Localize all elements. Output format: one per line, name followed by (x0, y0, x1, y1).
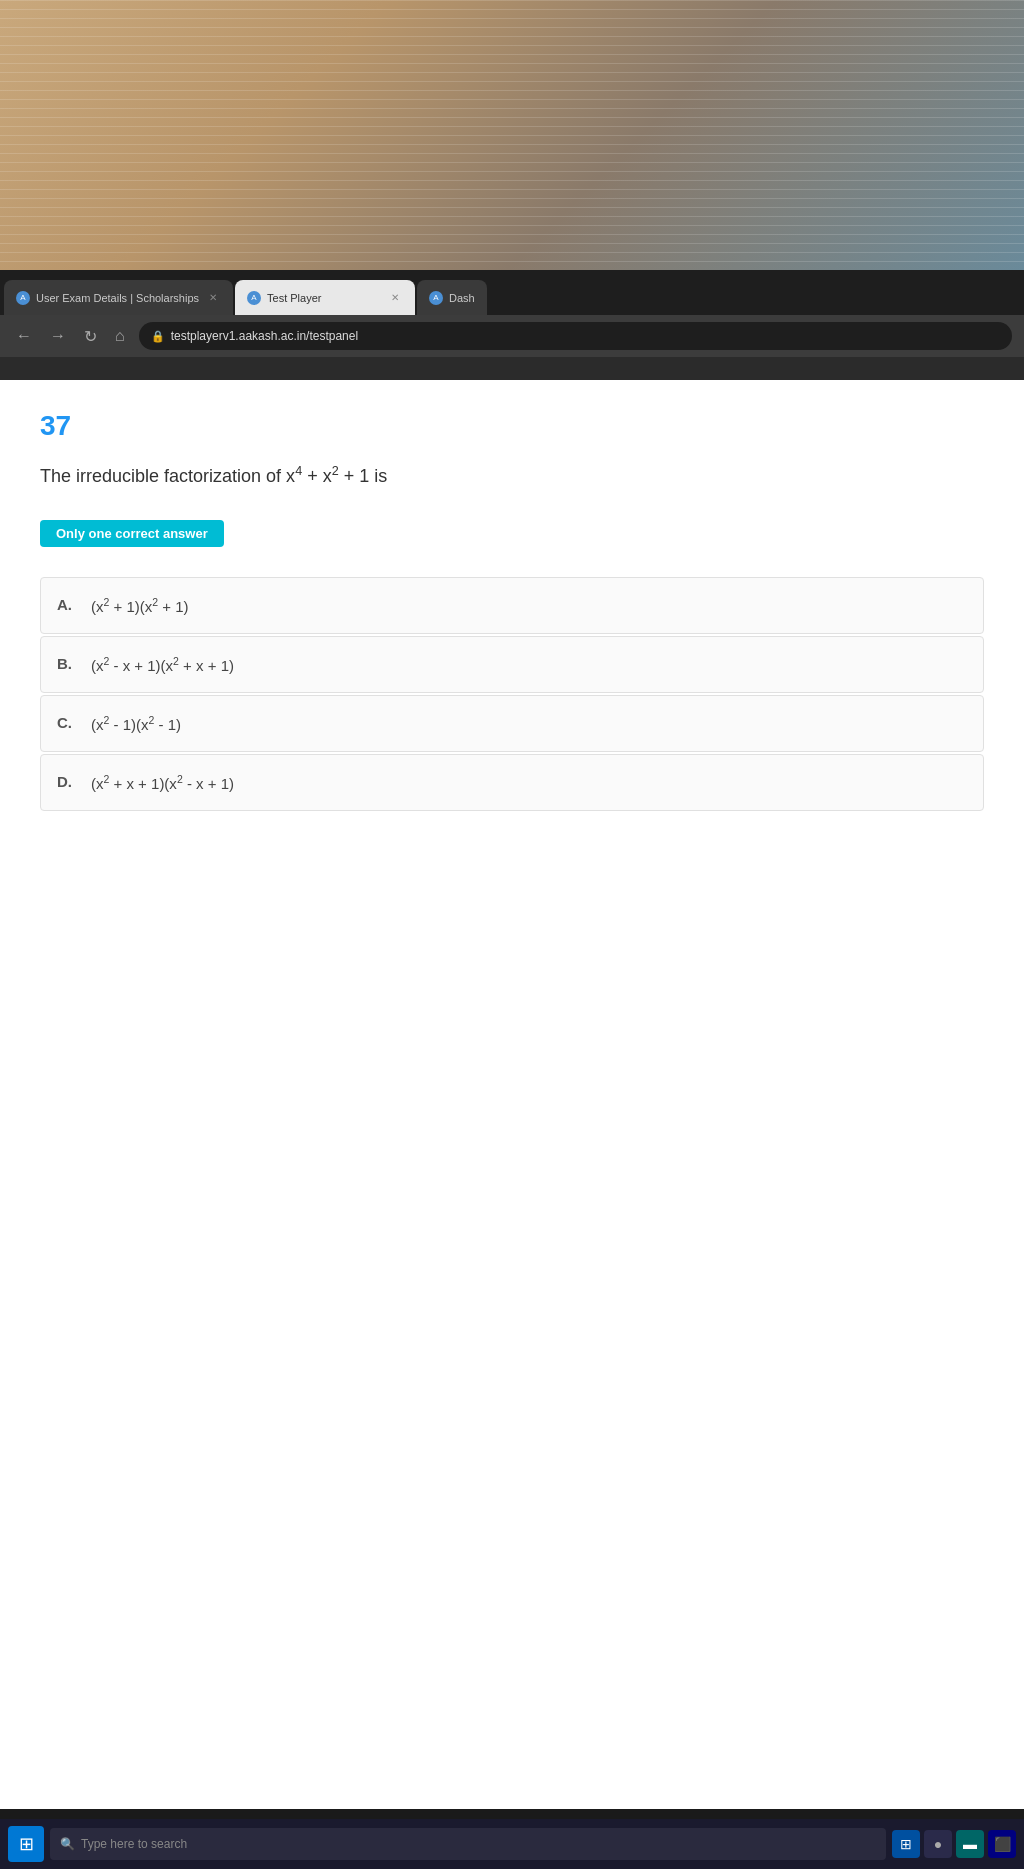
tab-icon-3: A (429, 291, 443, 305)
tab-close-1[interactable]: ✕ (205, 290, 221, 306)
url-text: testplayerv1.aakash.ac.in/testpanel (171, 329, 358, 343)
tab-dash[interactable]: A Dash (417, 280, 487, 315)
tab-user-exam[interactable]: A User Exam Details | Scholarships ✕ (4, 280, 233, 315)
question-container: 37 The irreducible factorization of x4 +… (0, 380, 1024, 1809)
url-box[interactable]: 🔒 testplayerv1.aakash.ac.in/testpanel (139, 322, 1012, 350)
question-exp2: 2 (332, 464, 339, 478)
option-d[interactable]: D. (x2 + x + 1)(x2 - x + 1) (40, 754, 984, 811)
options-list: A. (x2 + 1)(x2 + 1) B. (x2 - x + 1)(x2 +… (40, 577, 984, 813)
option-d-label: D. (57, 773, 77, 790)
tab-icon-2: A (247, 291, 261, 305)
home-button[interactable]: ⌂ (111, 323, 129, 349)
taskbar-search-text: Type here to search (81, 1837, 187, 1851)
taskbar-sys-btn-2[interactable]: ● (924, 1830, 952, 1858)
background-photo (0, 0, 1024, 270)
start-button[interactable]: ⊞ (8, 1826, 44, 1862)
back-button[interactable]: ← (12, 323, 36, 349)
browser-chrome: A User Exam Details | Scholarships ✕ A T… (0, 270, 1024, 380)
option-a[interactable]: A. (x2 + 1)(x2 + 1) (40, 577, 984, 634)
taskbar: ⊞ 🔍 Type here to search ⊞ ● ▬ ⬛ (0, 1819, 1024, 1869)
option-c[interactable]: C. (x2 - 1)(x2 - 1) (40, 695, 984, 752)
taskbar-icons-right: ⊞ ● ▬ ⬛ (892, 1830, 1016, 1858)
taskbar-search[interactable]: 🔍 Type here to search (50, 1828, 886, 1860)
tab-label-3: Dash (449, 292, 475, 304)
taskbar-sys-btn-4[interactable]: ⬛ (988, 1830, 1016, 1858)
option-c-text: (x2 - 1)(x2 - 1) (91, 714, 181, 733)
question-text-suffix: + 1 is (339, 466, 388, 486)
question-text-prefix: The irreducible factorization of x (40, 466, 295, 486)
refresh-button[interactable]: ↻ (80, 323, 101, 350)
question-number: 37 (40, 410, 984, 442)
tab-bar: A User Exam Details | Scholarships ✕ A T… (0, 270, 1024, 315)
tab-test-player[interactable]: A Test Player ✕ (235, 280, 415, 315)
lock-icon: 🔒 (151, 330, 165, 343)
search-icon: 🔍 (60, 1837, 75, 1851)
option-a-label: A. (57, 596, 77, 613)
taskbar-sys-btn-1[interactable]: ⊞ (892, 1830, 920, 1858)
option-a-text: (x2 + 1)(x2 + 1) (91, 596, 189, 615)
option-b-text: (x2 - x + 1)(x2 + x + 1) (91, 655, 234, 674)
option-d-text: (x2 + x + 1)(x2 - x + 1) (91, 773, 234, 792)
option-b[interactable]: B. (x2 - x + 1)(x2 + x + 1) (40, 636, 984, 693)
tab-label-2: Test Player (267, 292, 381, 304)
taskbar-sys-btn-3[interactable]: ▬ (956, 1830, 984, 1858)
answer-type-badge: Only one correct answer (40, 520, 224, 547)
question-text: The irreducible factorization of x4 + x2… (40, 462, 984, 490)
forward-button[interactable]: → (46, 323, 70, 349)
tab-icon-1: A (16, 291, 30, 305)
address-bar: ← → ↻ ⌂ 🔒 testplayerv1.aakash.ac.in/test… (0, 315, 1024, 357)
tab-label-1: User Exam Details | Scholarships (36, 292, 199, 304)
main-content: 37 The irreducible factorization of x4 +… (0, 380, 1024, 1809)
start-icon: ⊞ (19, 1833, 34, 1855)
tab-close-2[interactable]: ✕ (387, 290, 403, 306)
option-c-label: C. (57, 714, 77, 731)
question-text-middle: + x (302, 466, 332, 486)
option-b-label: B. (57, 655, 77, 672)
